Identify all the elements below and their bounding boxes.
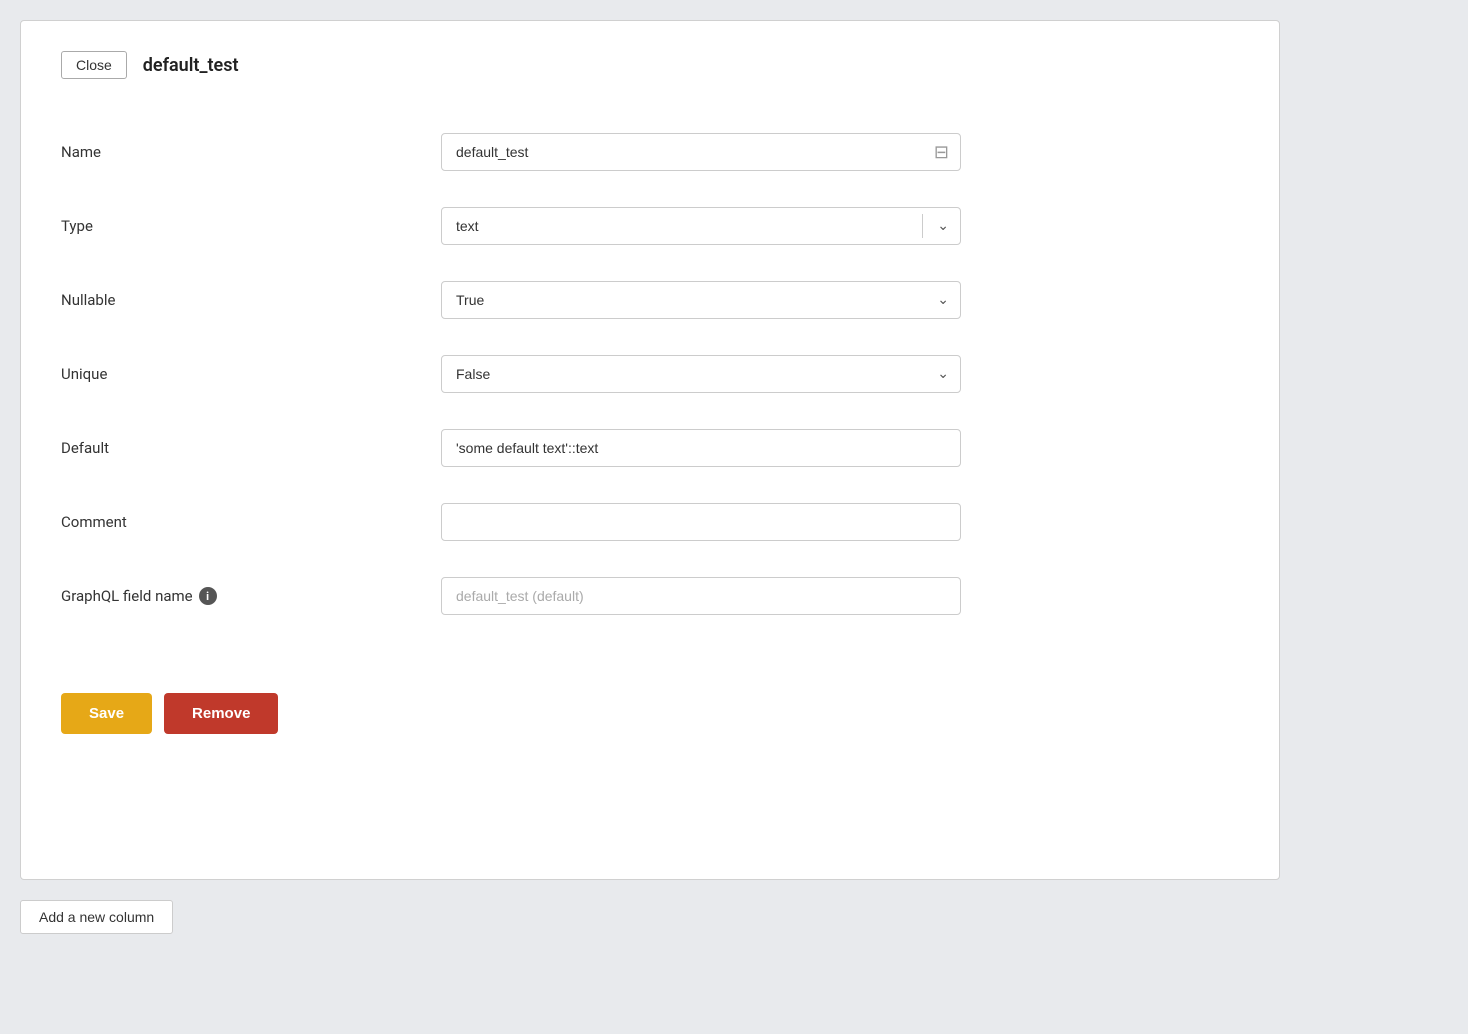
form-section: Name ⊟ Type text integer bigint boolean xyxy=(61,115,1239,633)
graphql-label: GraphQL field name i xyxy=(61,587,441,605)
unique-select-wrapper: True False ⌄ xyxy=(441,355,961,393)
type-select-wrapper: text integer bigint boolean date timesta… xyxy=(441,207,961,245)
name-input-container: ⊟ xyxy=(441,133,961,171)
unique-select-container: True False ⌄ xyxy=(441,355,961,393)
panel-title: default_test xyxy=(143,55,239,76)
remove-button[interactable]: Remove xyxy=(164,693,278,734)
name-input[interactable] xyxy=(441,133,961,171)
graphql-input-wrapper xyxy=(441,577,961,615)
name-row: Name ⊟ xyxy=(61,115,1239,189)
unique-row: Unique True False ⌄ xyxy=(61,337,1239,411)
default-input[interactable] xyxy=(441,429,961,467)
type-select[interactable]: text integer bigint boolean date timesta… xyxy=(441,207,961,245)
unique-select[interactable]: True False xyxy=(441,355,961,393)
add-column-button[interactable]: Add a new column xyxy=(20,900,173,934)
name-label: Name xyxy=(61,143,441,161)
comment-row: Comment xyxy=(61,485,1239,559)
default-label: Default xyxy=(61,439,441,457)
comment-input[interactable] xyxy=(441,503,961,541)
comment-label: Comment xyxy=(61,513,441,531)
nullable-row: Nullable True False ⌄ xyxy=(61,263,1239,337)
save-button[interactable]: Save xyxy=(61,693,152,734)
nullable-select[interactable]: True False xyxy=(441,281,961,319)
comment-input-wrapper xyxy=(441,503,961,541)
nullable-select-wrapper: True False ⌄ xyxy=(441,281,961,319)
unique-label: Unique xyxy=(61,365,441,383)
graphql-info-icon: i xyxy=(199,587,217,605)
graphql-field-name-input[interactable] xyxy=(441,577,961,615)
name-input-wrapper: ⊟ xyxy=(441,133,961,171)
type-row: Type text integer bigint boolean date ti… xyxy=(61,189,1239,263)
panel-header: Close default_test xyxy=(61,51,1239,79)
close-button[interactable]: Close xyxy=(61,51,127,79)
default-input-wrapper xyxy=(441,429,961,467)
footer-buttons: Save Remove xyxy=(61,693,1239,734)
default-row: Default xyxy=(61,411,1239,485)
type-select-container: text integer bigint boolean date timesta… xyxy=(441,207,961,245)
nullable-label: Nullable xyxy=(61,291,441,309)
type-label: Type xyxy=(61,217,441,235)
main-panel: Close default_test Name ⊟ Type text inte… xyxy=(20,20,1280,880)
graphql-row: GraphQL field name i xyxy=(61,559,1239,633)
nullable-select-container: True False ⌄ xyxy=(441,281,961,319)
